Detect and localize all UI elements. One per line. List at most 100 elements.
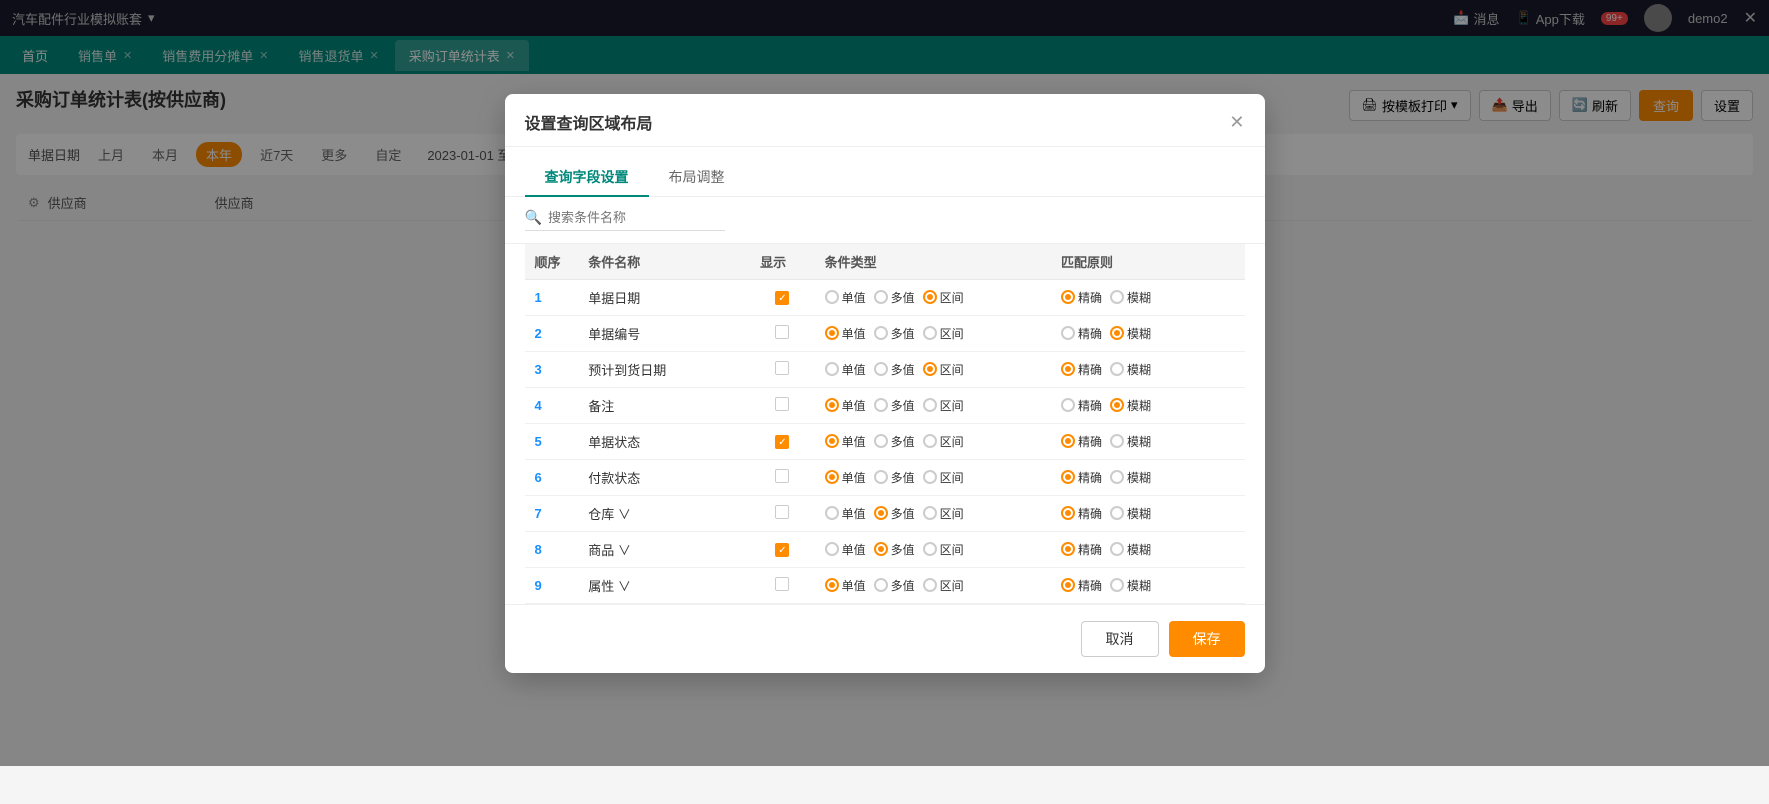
rule-option-模糊-2[interactable]: 模糊 xyxy=(1110,325,1151,342)
row-name-3: 预计到货日期 xyxy=(578,351,750,387)
rule-option-精确-4[interactable]: 精确 xyxy=(1061,397,1102,414)
radio-circle-单值 xyxy=(825,506,839,520)
rule-option-精确-8[interactable]: 精确 xyxy=(1061,541,1102,558)
rule-option-模糊-1[interactable]: 模糊 xyxy=(1110,289,1151,306)
type-option-多值-9[interactable]: 多值 xyxy=(874,577,915,594)
table-row: 5单据状态✓单值多值区间精确模糊 xyxy=(525,423,1245,459)
row-order-9: 9 xyxy=(525,567,579,603)
type-option-区间-1[interactable]: 区间 xyxy=(923,289,964,306)
row-order-8: 8 xyxy=(525,531,579,567)
row-name-1: 单据日期 xyxy=(578,279,750,315)
type-option-单值-9[interactable]: 单值 xyxy=(825,577,866,594)
row-show-2[interactable] xyxy=(750,315,814,351)
rule-radio-circle-精确 xyxy=(1061,434,1075,448)
radio-circle-多值 xyxy=(874,398,888,412)
show-checkbox-6[interactable] xyxy=(775,469,789,483)
search-input[interactable] xyxy=(548,210,708,225)
type-option-多值-2[interactable]: 多值 xyxy=(874,325,915,342)
type-option-区间-9[interactable]: 区间 xyxy=(923,577,964,594)
rule-option-精确-5[interactable]: 精确 xyxy=(1061,433,1102,450)
type-option-区间-5[interactable]: 区间 xyxy=(923,433,964,450)
rule-option-模糊-4[interactable]: 模糊 xyxy=(1110,397,1151,414)
radio-circle-区间 xyxy=(923,578,937,592)
radio-circle-多值 xyxy=(874,290,888,304)
row-show-4[interactable] xyxy=(750,387,814,423)
row-show-1[interactable]: ✓ xyxy=(750,279,814,315)
row-rule-1: 精确模糊 xyxy=(1051,279,1244,315)
row-type-7: 单值多值区间 xyxy=(815,495,1051,531)
row-show-3[interactable] xyxy=(750,351,814,387)
search-icon: 🔍 xyxy=(525,209,542,226)
rule-option-精确-6[interactable]: 精确 xyxy=(1061,469,1102,486)
rule-option-精确-9[interactable]: 精确 xyxy=(1061,577,1102,594)
radio-circle-单值 xyxy=(825,290,839,304)
type-option-单值-2[interactable]: 单值 xyxy=(825,325,866,342)
type-option-单值-7[interactable]: 单值 xyxy=(825,505,866,522)
type-option-多值-8[interactable]: 多值 xyxy=(874,541,915,558)
type-option-单值-6[interactable]: 单值 xyxy=(825,469,866,486)
rule-radio-circle-精确 xyxy=(1061,470,1075,484)
show-checkbox-4[interactable] xyxy=(775,397,789,411)
rule-radio-circle-模糊 xyxy=(1110,290,1124,304)
rule-option-精确-3[interactable]: 精确 xyxy=(1061,361,1102,378)
save-button[interactable]: 保存 xyxy=(1169,621,1245,657)
rule-radio-circle-精确 xyxy=(1061,362,1075,376)
rule-option-模糊-8[interactable]: 模糊 xyxy=(1110,541,1151,558)
modal-backdrop: 设置查询区域布局 ✕ 查询字段设置 布局调整 🔍 顺序 xyxy=(0,0,1769,766)
type-option-多值-6[interactable]: 多值 xyxy=(874,469,915,486)
show-checkbox-8[interactable]: ✓ xyxy=(775,543,789,557)
modal-body: 顺序 条件名称 显示 条件类型 匹配原则 1单据日期✓单值多值区间精确模糊2单据… xyxy=(505,244,1265,604)
type-option-多值-3[interactable]: 多值 xyxy=(874,361,915,378)
radio-circle-区间 xyxy=(923,398,937,412)
rule-option-模糊-5[interactable]: 模糊 xyxy=(1110,433,1151,450)
type-option-区间-4[interactable]: 区间 xyxy=(923,397,964,414)
row-show-8[interactable]: ✓ xyxy=(750,531,814,567)
show-checkbox-2[interactable] xyxy=(775,325,789,339)
rule-option-模糊-7[interactable]: 模糊 xyxy=(1110,505,1151,522)
row-type-5: 单值多值区间 xyxy=(815,423,1051,459)
type-option-单值-5[interactable]: 单值 xyxy=(825,433,866,450)
type-option-区间-8[interactable]: 区间 xyxy=(923,541,964,558)
rule-option-精确-1[interactable]: 精确 xyxy=(1061,289,1102,306)
radio-circle-多值 xyxy=(874,362,888,376)
type-option-多值-7[interactable]: 多值 xyxy=(874,505,915,522)
show-checkbox-5[interactable]: ✓ xyxy=(775,435,789,449)
rule-option-模糊-3[interactable]: 模糊 xyxy=(1110,361,1151,378)
modal-tab-query-fields[interactable]: 查询字段设置 xyxy=(525,159,649,197)
type-option-多值-4[interactable]: 多值 xyxy=(874,397,915,414)
row-show-6[interactable] xyxy=(750,459,814,495)
show-checkbox-3[interactable] xyxy=(775,361,789,375)
row-show-7[interactable] xyxy=(750,495,814,531)
row-show-5[interactable]: ✓ xyxy=(750,423,814,459)
search-box: 🔍 xyxy=(525,209,725,231)
type-option-区间-2[interactable]: 区间 xyxy=(923,325,964,342)
type-option-多值-5[interactable]: 多值 xyxy=(874,433,915,450)
show-checkbox-1[interactable]: ✓ xyxy=(775,291,789,305)
type-option-区间-6[interactable]: 区间 xyxy=(923,469,964,486)
rule-option-模糊-6[interactable]: 模糊 xyxy=(1110,469,1151,486)
rule-radio-circle-模糊 xyxy=(1110,542,1124,556)
type-option-单值-3[interactable]: 单值 xyxy=(825,361,866,378)
rule-radio-circle-精确 xyxy=(1061,506,1075,520)
type-option-单值-4[interactable]: 单值 xyxy=(825,397,866,414)
type-option-单值-8[interactable]: 单值 xyxy=(825,541,866,558)
modal-close-button[interactable]: ✕ xyxy=(1229,113,1244,131)
modal-search-area: 🔍 xyxy=(505,197,1265,244)
rule-radio-circle-模糊 xyxy=(1110,470,1124,484)
radio-circle-单值 xyxy=(825,470,839,484)
show-checkbox-7[interactable] xyxy=(775,505,789,519)
rule-option-精确-7[interactable]: 精确 xyxy=(1061,505,1102,522)
rule-option-精确-2[interactable]: 精确 xyxy=(1061,325,1102,342)
modal-title: 设置查询区域布局 xyxy=(525,110,653,134)
row-show-9[interactable] xyxy=(750,567,814,603)
modal-tab-layout[interactable]: 布局调整 xyxy=(649,159,745,197)
rule-radio-circle-模糊 xyxy=(1110,578,1124,592)
type-option-区间-7[interactable]: 区间 xyxy=(923,505,964,522)
type-option-单值-1[interactable]: 单值 xyxy=(825,289,866,306)
type-option-多值-1[interactable]: 多值 xyxy=(874,289,915,306)
rule-option-模糊-9[interactable]: 模糊 xyxy=(1110,577,1151,594)
type-option-区间-3[interactable]: 区间 xyxy=(923,361,964,378)
row-rule-2: 精确模糊 xyxy=(1051,315,1244,351)
cancel-button[interactable]: 取消 xyxy=(1081,621,1159,657)
show-checkbox-9[interactable] xyxy=(775,577,789,591)
